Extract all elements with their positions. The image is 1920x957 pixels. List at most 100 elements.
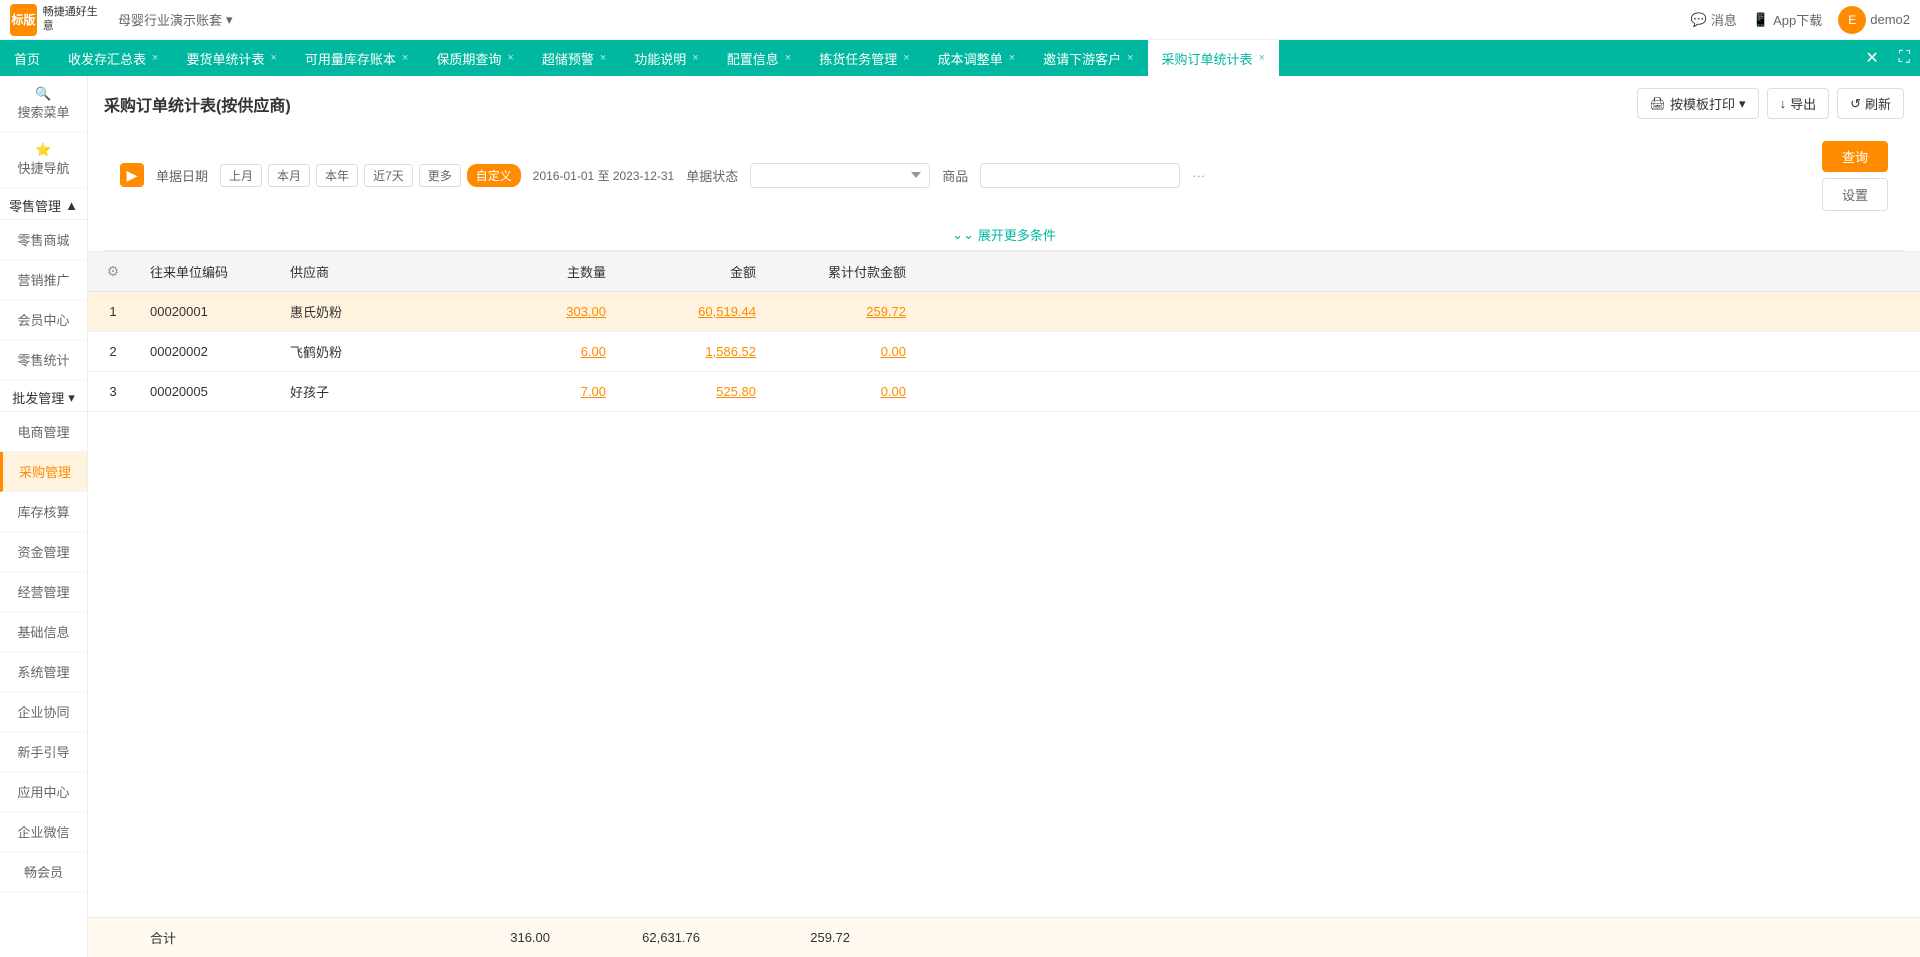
row-seq: 1 xyxy=(88,292,138,332)
sidebar-item-retail-stats[interactable]: 零售统计 xyxy=(0,340,87,380)
sidebar-item-ecommerce[interactable]: 电商管理 xyxy=(0,412,87,452)
row-code: 00020005 xyxy=(138,372,278,412)
settings-button[interactable]: 设置 xyxy=(1822,178,1888,211)
sidebar-item-member2[interactable]: 畅会员 xyxy=(0,852,87,892)
chip-custom[interactable]: 自定义 xyxy=(467,164,521,187)
tab-home[interactable]: 首页 xyxy=(0,40,54,76)
user-profile[interactable]: E demo2 xyxy=(1838,6,1910,34)
template-print-button[interactable]: 🖨 按模板打印 ▾ xyxy=(1637,88,1759,119)
company-selector[interactable]: 母婴行业演示账套 ▾ xyxy=(118,10,237,29)
main-layout: 🔍 搜索菜单 ⭐ 快捷导航 零售管理 ▲ 零售商城 营销推广 会员中心 零售统计… xyxy=(0,76,1920,957)
query-button[interactable]: 查询 xyxy=(1822,141,1888,172)
chevron-icon: ▲ xyxy=(65,198,78,213)
amount-link[interactable]: 525.80 xyxy=(716,384,756,399)
sidebar-item-enterprise-wechat[interactable]: 企业微信 xyxy=(0,812,87,852)
status-select[interactable] xyxy=(750,163,930,188)
col-gear: ⚙ xyxy=(88,252,138,292)
tab-receive-summary[interactable]: 收发存汇总表 × xyxy=(54,40,172,76)
amount-link[interactable]: 60,519.44 xyxy=(698,304,756,319)
sidebar-item-inventory[interactable]: 库存核算 xyxy=(0,492,87,532)
table-footer: 合计 316.00 62,631.76 259.72 xyxy=(88,917,1920,957)
sidebar-quick-nav-label: 快捷导航 xyxy=(0,158,87,177)
table-row[interactable]: 2 00020002 飞鹤奶粉 6.00 1,586.52 0.00 xyxy=(88,332,1920,372)
tab-receive-summary-close[interactable]: × xyxy=(152,52,158,64)
sidebar-item-enterprise[interactable]: 企业协同 xyxy=(0,692,87,732)
paid-link[interactable]: 0.00 xyxy=(881,384,906,399)
logo-area: 标版 畅捷通好生意 xyxy=(10,4,98,36)
close-all-tabs-button[interactable]: ✕ xyxy=(1855,48,1888,68)
refresh-button[interactable]: ↺ 刷新 xyxy=(1837,88,1904,119)
sidebar-item-marketing[interactable]: 营销推广 xyxy=(0,260,87,300)
date-range-display: 2016-01-01 至 2023-12-31 xyxy=(533,167,674,184)
sidebar-enterprise-label: 企业协同 xyxy=(0,702,87,721)
tab-invite-downstream[interactable]: 邀请下游客户 × xyxy=(1029,40,1147,76)
sidebar-item-basic-info[interactable]: 基础信息 xyxy=(0,612,87,652)
goods-input[interactable] xyxy=(980,163,1180,188)
tab-function-desc[interactable]: 功能说明 × xyxy=(620,40,712,76)
chip-7days[interactable]: 近7天 xyxy=(364,164,413,187)
chevron-down-icon: ▾ xyxy=(68,390,75,406)
sidebar-item-member[interactable]: 会员中心 xyxy=(0,300,87,340)
sidebar: 🔍 搜索菜单 ⭐ 快捷导航 零售管理 ▲ 零售商城 营销推广 会员中心 零售统计… xyxy=(0,76,88,957)
tab-cost-adjust-close[interactable]: × xyxy=(1009,52,1015,64)
tab-picking-task[interactable]: 拣货任务管理 × xyxy=(805,40,923,76)
sidebar-item-operations[interactable]: 经营管理 xyxy=(0,572,87,612)
tab-config-info[interactable]: 配置信息 × xyxy=(713,40,805,76)
sidebar-item-search[interactable]: 🔍 搜索菜单 xyxy=(0,76,87,132)
filter-bar: ▶ 单据日期 上月 本月 本年 近7天 更多 自定义 2016-01-01 至 … xyxy=(104,131,1904,219)
gear-icon[interactable]: ⚙ xyxy=(107,263,120,279)
sidebar-item-wholesale[interactable]: 批发管理 ▾ xyxy=(0,380,87,412)
amount-link[interactable]: 1,586.52 xyxy=(705,344,756,359)
chip-last-month[interactable]: 上月 xyxy=(220,164,262,187)
sidebar-marketing-label: 营销推广 xyxy=(0,270,87,289)
sidebar-item-finance[interactable]: 资金管理 xyxy=(0,532,87,572)
tab-available-stock[interactable]: 可用量库存账本 × xyxy=(291,40,422,76)
sidebar-item-system[interactable]: 系统管理 xyxy=(0,652,87,692)
filter-toggle-button[interactable]: ▶ xyxy=(120,163,144,187)
row-supplier: 惠氏奶粉 xyxy=(278,292,498,332)
chip-this-month[interactable]: 本月 xyxy=(268,164,310,187)
row-supplier: 飞鹤奶粉 xyxy=(278,332,498,372)
export-button[interactable]: ↓ 导出 xyxy=(1767,88,1830,119)
tab-available-stock-close[interactable]: × xyxy=(402,52,408,64)
tab-cost-adjust[interactable]: 成本调整单 × xyxy=(924,40,1029,76)
sidebar-item-purchase[interactable]: 采购管理 xyxy=(0,452,87,492)
tab-overstock-warning-close[interactable]: × xyxy=(600,52,606,64)
sidebar-item-new-guide[interactable]: 新手引导 xyxy=(0,732,87,772)
filter-row: 单据日期 上月 本月 本年 近7天 更多 自定义 2016-01-01 至 20… xyxy=(156,163,1810,188)
tab-order-summary-close[interactable]: × xyxy=(270,52,276,64)
sidebar-item-quick-nav[interactable]: ⭐ 快捷导航 xyxy=(0,132,87,188)
qty-link[interactable]: 6.00 xyxy=(581,344,606,359)
sidebar-item-retail-shop[interactable]: 零售商城 xyxy=(0,220,87,260)
maximize-button[interactable]: ⛶ xyxy=(1889,49,1920,67)
tab-invite-downstream-close[interactable]: × xyxy=(1127,52,1133,64)
template-print-label: 按模板打印 xyxy=(1670,94,1735,113)
app-download-button[interactable]: 📱 App下载 xyxy=(1753,10,1822,29)
tab-config-info-close[interactable]: × xyxy=(785,52,791,64)
goods-more-dots[interactable]: ··· xyxy=(1192,168,1205,183)
tab-order-summary[interactable]: 要货单统计表 × xyxy=(172,40,290,76)
tab-shelf-life-close[interactable]: × xyxy=(507,52,513,64)
tab-function-desc-close[interactable]: × xyxy=(692,52,698,64)
tab-purchase-summary[interactable]: 采购订单统计表 × xyxy=(1148,40,1279,76)
qty-link[interactable]: 7.00 xyxy=(581,384,606,399)
company-name: 母婴行业演示账套 xyxy=(118,10,222,29)
tab-picking-task-close[interactable]: × xyxy=(903,52,909,64)
chip-more[interactable]: 更多 xyxy=(419,164,461,187)
tab-overstock-warning[interactable]: 超储预警 × xyxy=(528,40,620,76)
sidebar-item-retail[interactable]: 零售管理 ▲ xyxy=(0,188,87,220)
qty-link[interactable]: 303.00 xyxy=(566,304,606,319)
paid-link[interactable]: 0.00 xyxy=(881,344,906,359)
row-amount: 525.80 xyxy=(618,372,768,412)
expand-more-button[interactable]: ⌄⌄ 展开更多条件 xyxy=(952,225,1056,244)
table-row[interactable]: 1 00020001 惠氏奶粉 303.00 60,519.44 259.72 xyxy=(88,292,1920,332)
sidebar-item-app-center[interactable]: 应用中心 xyxy=(0,772,87,812)
sidebar-system-label: 系统管理 xyxy=(0,662,87,681)
tab-purchase-summary-close[interactable]: × xyxy=(1259,52,1265,64)
tab-shelf-life[interactable]: 保质期查询 × xyxy=(422,40,527,76)
message-button[interactable]: 💬 消息 xyxy=(1691,10,1737,29)
sidebar-member2-label: 畅会员 xyxy=(0,862,87,881)
paid-link[interactable]: 259.72 xyxy=(866,304,906,319)
chip-this-year[interactable]: 本年 xyxy=(316,164,358,187)
table-row[interactable]: 3 00020005 好孩子 7.00 525.80 0.00 xyxy=(88,372,1920,412)
